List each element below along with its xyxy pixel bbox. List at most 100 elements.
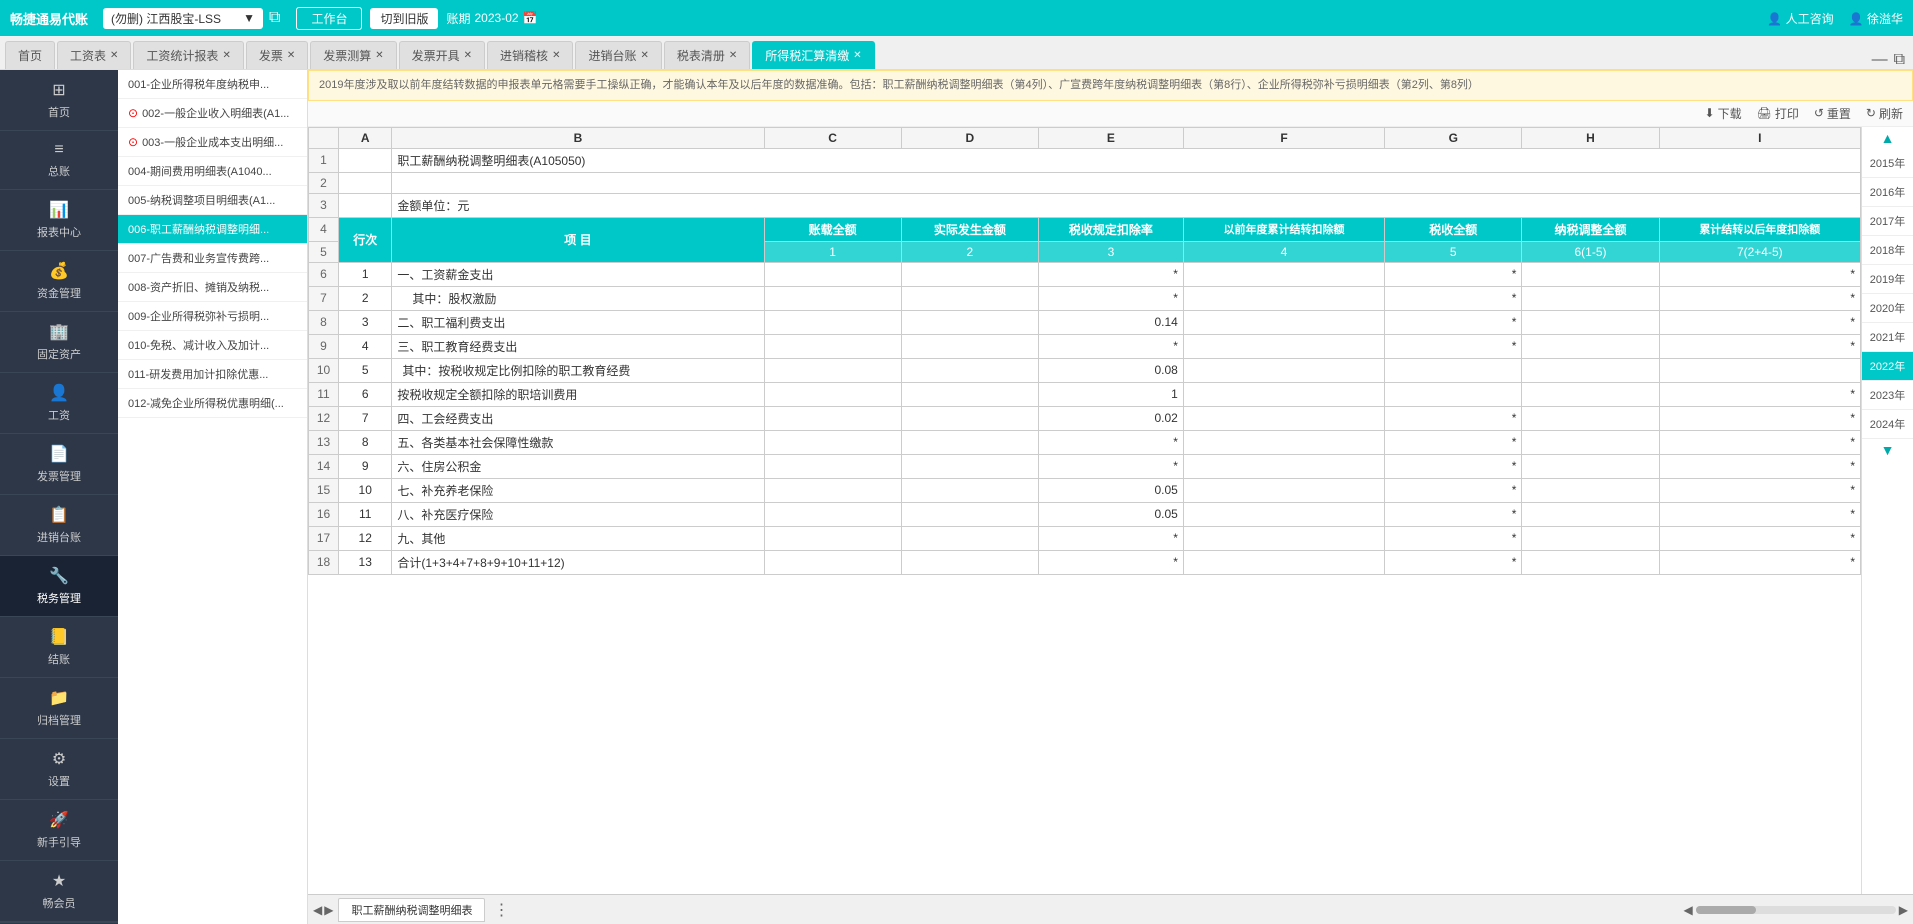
- col-header-A: A: [339, 127, 392, 148]
- period-calendar-icon[interactable]: 📅: [523, 11, 538, 25]
- print-btn[interactable]: 🖨 打印: [1757, 105, 1799, 122]
- tab-tax-list[interactable]: 税表清册 ✕: [664, 41, 750, 69]
- sidebar-item-funds[interactable]: 💰 资金管理: [0, 251, 118, 312]
- report-item-001[interactable]: 001-企业所得税年度纳税申...: [118, 70, 307, 99]
- sidebar-label-guide: 新手引导: [37, 834, 81, 850]
- report-item-005[interactable]: 005-纳税调整项目明细表(A1...: [118, 186, 307, 215]
- year-2016[interactable]: 2016年: [1862, 178, 1913, 207]
- report-item-003[interactable]: ⊙ 003-一般企业成本支出明细...: [118, 128, 307, 157]
- tab-close-purchase-ledger[interactable]: ✕: [640, 50, 648, 61]
- report-item-006-label: 006-职工薪酬纳税调整明细...: [128, 221, 269, 237]
- tab-payroll[interactable]: 工资表 ✕: [57, 41, 131, 69]
- year-scroll-down[interactable]: ▼: [1878, 439, 1898, 461]
- year-2022[interactable]: 2022年: [1862, 352, 1913, 381]
- refresh-btn[interactable]: ↻ 刷新: [1866, 105, 1903, 122]
- sheet-nav-arrows[interactable]: ◀ ▶: [313, 903, 333, 917]
- data-row-7: 7 2 其中：股权激励 * * *: [309, 286, 1861, 310]
- report-item-009-label: 009-企业所得税弥补亏损明...: [128, 308, 269, 324]
- tab-close-purchase-verify[interactable]: ✕: [552, 50, 560, 61]
- report-item-012[interactable]: 012-减免企业所得税优惠明细(...: [118, 389, 307, 418]
- tab-close-invoice-calc[interactable]: ✕: [375, 50, 383, 61]
- sidebar-item-vip[interactable]: ★ 畅会员: [0, 861, 118, 922]
- support-btn[interactable]: 👤 人工咨询: [1767, 10, 1833, 27]
- tab-purchase-verify[interactable]: 进销稽核 ✕: [487, 41, 573, 69]
- tab-close-income-tax[interactable]: ✕: [853, 50, 861, 61]
- scroll-left-icon[interactable]: ◀: [1684, 903, 1693, 917]
- download-btn[interactable]: ⬇ 下载: [1705, 105, 1742, 122]
- sheet-prev-icon[interactable]: ◀: [313, 903, 322, 917]
- sheet-options-icon[interactable]: ⋮: [493, 900, 509, 920]
- year-2017[interactable]: 2017年: [1862, 207, 1913, 236]
- scroll-right-icon[interactable]: ▶: [1899, 903, 1908, 917]
- sidebar-item-home[interactable]: ⊞ 首页: [0, 70, 118, 131]
- workspace-button[interactable]: 工作台: [296, 7, 362, 30]
- sidebar-item-closing[interactable]: 📒 结账: [0, 617, 118, 678]
- sidebar-item-ledger[interactable]: ≡ 总账: [0, 131, 118, 190]
- company-copy-icon[interactable]: ⧉: [269, 9, 280, 27]
- year-2023[interactable]: 2023年: [1862, 381, 1913, 410]
- payroll-icon: 👤: [49, 383, 69, 403]
- report-item-006[interactable]: 006-职工薪酬纳税调整明细...: [118, 215, 307, 244]
- tab-payroll-stats[interactable]: 工资统计报表 ✕: [133, 41, 243, 69]
- report-item-004[interactable]: 004-期间费用明细表(A1040...: [118, 157, 307, 186]
- print-label: 打印: [1775, 105, 1799, 122]
- scroll-track[interactable]: [1696, 906, 1896, 914]
- company-selector[interactable]: (勿删) 江西股宝-LSS ▼: [103, 8, 263, 29]
- report-item-009[interactable]: 009-企业所得税弥补亏损明...: [118, 302, 307, 331]
- sidebar-label-home: 首页: [48, 104, 70, 120]
- sheet-tab-main[interactable]: 职工薪酬纳税调整明细表: [338, 898, 485, 922]
- sidebar-item-invoice-mgmt[interactable]: 📄 发票管理: [0, 434, 118, 495]
- year-2019[interactable]: 2019年: [1862, 265, 1913, 294]
- year-2020[interactable]: 2020年: [1862, 294, 1913, 323]
- year-scroll: ▲ 2015年 2016年 2017年 2018年 2019年 2020年 20…: [1861, 127, 1913, 895]
- year-scroll-up[interactable]: ▲: [1878, 127, 1898, 149]
- year-2024[interactable]: 2024年: [1862, 410, 1913, 439]
- sidebar-item-archive[interactable]: 📁 归档管理: [0, 678, 118, 739]
- user-avatar[interactable]: 👤 徐溢华: [1849, 10, 1903, 27]
- tab-close-invoice-open[interactable]: ✕: [464, 50, 472, 61]
- sidebar-item-tax[interactable]: 🔧 税务管理: [0, 556, 118, 617]
- window-minimize-icon[interactable]: —: [1872, 51, 1888, 69]
- spreadsheet-container[interactable]: A B C D E F G H I: [308, 127, 1861, 895]
- sidebar-item-settings[interactable]: ⚙ 设置: [0, 739, 118, 800]
- report-item-002-label: 002-一般企业收入明细表(A1...: [142, 105, 289, 121]
- tab-home[interactable]: 首页: [5, 41, 55, 69]
- tab-invoice[interactable]: 发票 ✕: [246, 41, 308, 69]
- tab-close-payroll[interactable]: ✕: [110, 50, 118, 61]
- year-2018[interactable]: 2018年: [1862, 236, 1913, 265]
- sidebar-label-invoice-mgmt: 发票管理: [37, 468, 81, 484]
- report-item-008[interactable]: 008-资产折旧、摊销及纳税...: [118, 273, 307, 302]
- horizontal-scrollbar[interactable]: ◀ ▶: [1684, 903, 1908, 917]
- row-2: 2: [309, 172, 1861, 193]
- row-3: 3 金额单位：元: [309, 193, 1861, 217]
- tab-invoice-open[interactable]: 发票开具 ✕: [399, 41, 485, 69]
- oldversion-button[interactable]: 切到旧版: [370, 8, 438, 29]
- tab-close-payroll-stats[interactable]: ✕: [222, 50, 230, 61]
- sidebar-item-reports[interactable]: 📊 报表中心: [0, 190, 118, 251]
- scroll-thumb[interactable]: [1696, 906, 1756, 914]
- sidebar-item-assets[interactable]: 🏢 固定资产: [0, 312, 118, 373]
- title-row: 1 职工薪酬纳税调整明细表(A105050): [309, 148, 1861, 172]
- tab-close-invoice[interactable]: ✕: [287, 50, 295, 61]
- sidebar-item-guide[interactable]: 🚀 新手引导: [0, 800, 118, 861]
- window-maximize-icon[interactable]: ⧉: [1894, 51, 1905, 69]
- assets-icon: 🏢: [49, 322, 69, 342]
- report-item-002[interactable]: ⊙ 002-一般企业收入明细表(A1...: [118, 99, 307, 128]
- sidebar-item-payroll[interactable]: 👤 工资: [0, 373, 118, 434]
- report-item-010[interactable]: 010-免税、减计收入及加计...: [118, 331, 307, 360]
- tab-income-tax[interactable]: 所得税汇算清缴 ✕: [752, 41, 874, 69]
- tab-invoice-calc[interactable]: 发票测算 ✕: [310, 41, 396, 69]
- data-row-6: 6 1 一、工资薪金支出 * * *: [309, 262, 1861, 286]
- sidebar-item-purchase[interactable]: 📋 进销台账: [0, 495, 118, 556]
- sheet-next-icon[interactable]: ▶: [324, 903, 333, 917]
- report-item-007[interactable]: 007-广告费和业务宣传费跨...: [118, 244, 307, 273]
- col-c-subheader: 1: [764, 241, 901, 262]
- tab-purchase-ledger[interactable]: 进销台账 ✕: [575, 41, 661, 69]
- closing-icon: 📒: [49, 627, 69, 647]
- tab-close-tax-list[interactable]: ✕: [729, 50, 737, 61]
- year-2021[interactable]: 2021年: [1862, 323, 1913, 352]
- report-item-011[interactable]: 011-研发费用加计扣除优惠...: [118, 360, 307, 389]
- year-2015[interactable]: 2015年: [1862, 149, 1913, 178]
- reset-icon: ↺: [1814, 106, 1824, 120]
- reset-btn[interactable]: ↺ 重置: [1814, 105, 1851, 122]
